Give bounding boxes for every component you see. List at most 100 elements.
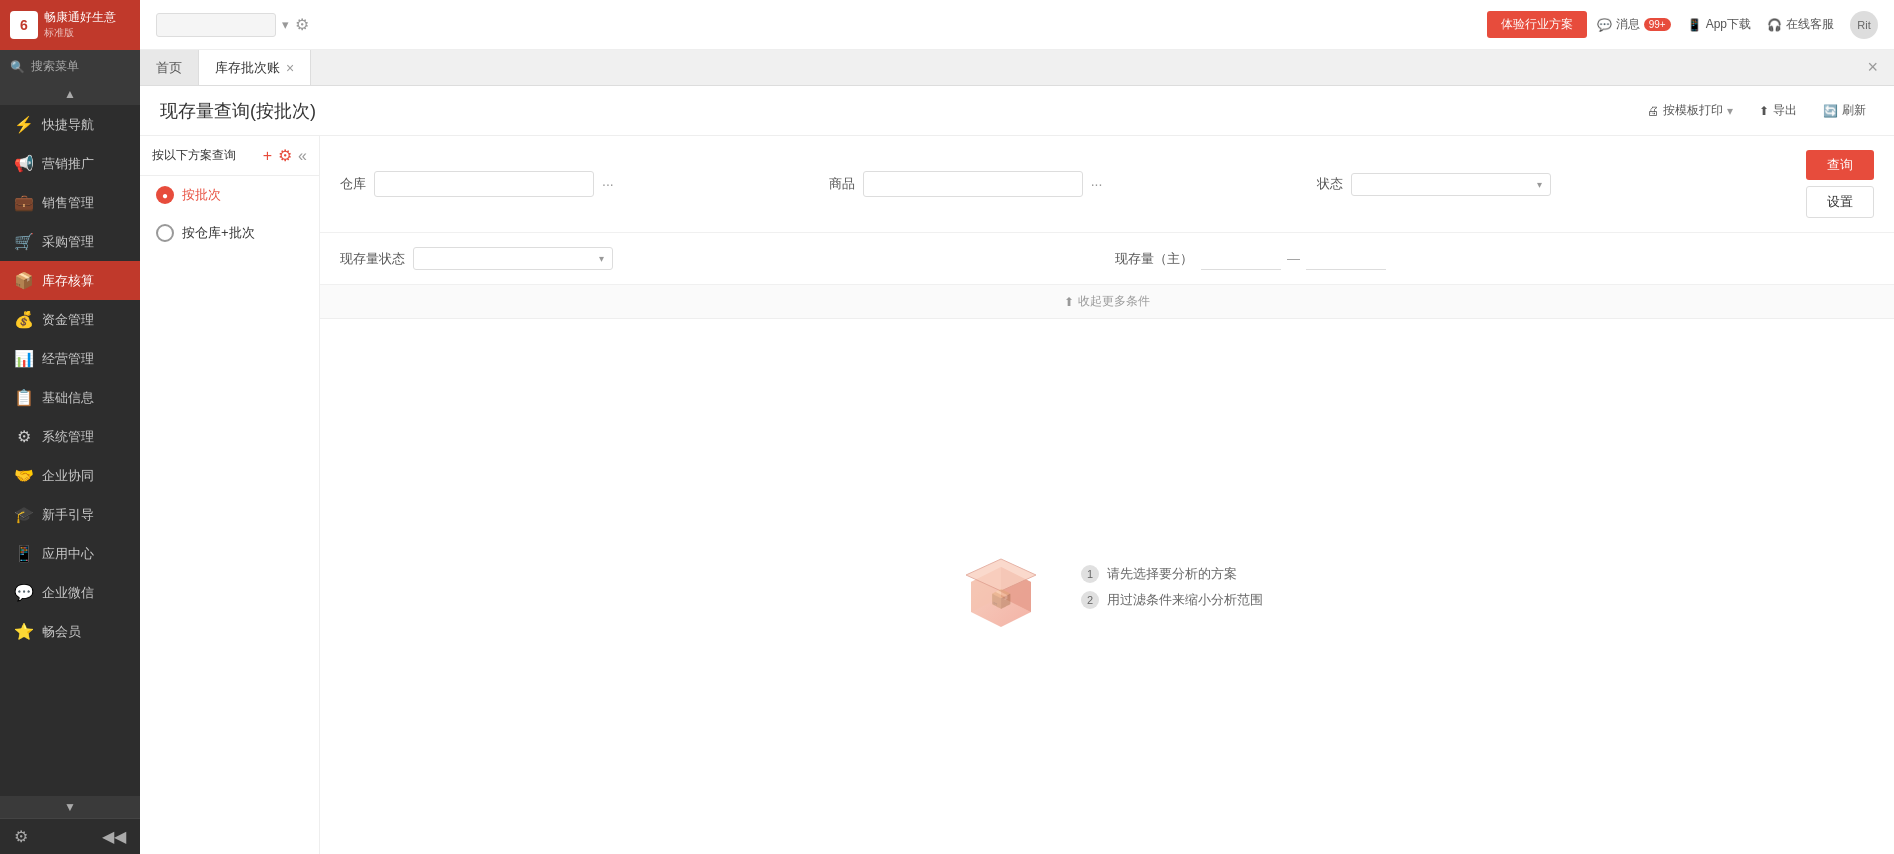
sidebar-item-inventory[interactable]: 📦 库存核算: [0, 261, 140, 300]
topbar-settings-icon[interactable]: ⚙: [295, 15, 309, 34]
sidebar-item-finance[interactable]: 💰 资金管理: [0, 300, 140, 339]
status-select[interactable]: ▾: [1351, 173, 1551, 196]
topbar-search-input[interactable]: [156, 13, 276, 37]
warehouse-dots[interactable]: ···: [602, 176, 614, 192]
print-dropdown-icon: ▾: [1727, 104, 1733, 118]
left-panel-actions: + ⚙ «: [263, 146, 307, 165]
sidebar-item-label: 新手引导: [42, 506, 94, 524]
tab-inventory-batch[interactable]: 库存批次账 ×: [199, 50, 311, 85]
print-btn[interactable]: 🖨 按模板打印 ▾: [1639, 98, 1741, 123]
basic-info-icon: 📋: [14, 388, 34, 407]
sidebar-item-guide[interactable]: 🎓 新手引导: [0, 495, 140, 534]
topbar-dropdown-icon[interactable]: ▾: [282, 17, 289, 32]
sidebar-search[interactable]: 🔍 搜索菜单: [0, 50, 140, 83]
stock-qty-to-input[interactable]: [1306, 247, 1386, 270]
printer-icon: 🖨: [1647, 104, 1659, 118]
scheme-item-warehouse-batch[interactable]: 按仓库+批次: [140, 214, 319, 252]
sidebar-header: 6 畅康通好生意 标准版: [0, 0, 140, 50]
sidebar-scroll-up[interactable]: ▲: [0, 83, 140, 105]
tip-2-text: 用过滤条件来缩小分析范围: [1107, 591, 1263, 609]
sidebar-item-operations[interactable]: 📊 经营管理: [0, 339, 140, 378]
sidebar-item-collab[interactable]: 🤝 企业协同: [0, 456, 140, 495]
message-icon: 💬: [1597, 18, 1612, 32]
tip-1-text: 请先选择要分析的方案: [1107, 565, 1237, 583]
product-dots[interactable]: ···: [1091, 176, 1103, 192]
export-label: 导出: [1773, 102, 1797, 119]
app-version: 标准版: [44, 26, 116, 40]
scheme-icon-active: ●: [156, 186, 174, 204]
tab-bar: 首页 库存批次账 × ×: [140, 50, 1894, 86]
product-input[interactable]: [863, 171, 1083, 197]
content-area: 按以下方案查询 + ⚙ « ● 按批次 按仓库+批次: [140, 136, 1894, 854]
add-scheme-icon[interactable]: +: [263, 147, 272, 165]
sidebar-item-label: 基础信息: [42, 389, 94, 407]
quick-nav-icon: ⚡: [14, 115, 34, 134]
finance-icon: 💰: [14, 310, 34, 329]
online-service-action[interactable]: 🎧 在线客服: [1767, 16, 1834, 33]
filter-collapse-bar[interactable]: ⬆ 收起更多条件: [320, 285, 1894, 319]
sidebar-item-quick-nav[interactable]: ⚡ 快捷导航: [0, 105, 140, 144]
settings-button[interactable]: 设置: [1806, 186, 1874, 218]
sidebar-item-label: 系统管理: [42, 428, 94, 446]
stock-status-arrow: ▾: [599, 253, 604, 264]
collapse-panel-icon[interactable]: «: [298, 147, 307, 165]
page-actions: 🖨 按模板打印 ▾ ⬆ 导出 🔄 刷新: [1639, 98, 1874, 123]
status-arrow: ▾: [1537, 179, 1542, 190]
filter-section: 仓库 ··· 商品 ··· 状态 ▾: [320, 136, 1894, 233]
stock-qty-from-input[interactable]: [1201, 247, 1281, 270]
tab-close-right-icon[interactable]: ×: [1859, 57, 1886, 78]
sidebar-menu: ⚡ 快捷导航 📢 营销推广 💼 销售管理 🛒 采购管理 📦 库存核算 💰 资金管…: [0, 105, 140, 796]
sidebar-scroll-down[interactable]: ▼: [0, 796, 140, 818]
sidebar-item-marketing[interactable]: 📢 营销推广: [0, 144, 140, 183]
scheme-label: 按仓库+批次: [182, 224, 255, 242]
filter-row-1: 仓库 ··· 商品 ··· 状态 ▾: [340, 150, 1874, 218]
app-download-action[interactable]: 📱 App下载: [1687, 16, 1751, 33]
stock-status-select[interactable]: ▾: [413, 247, 613, 270]
sidebar-item-purchase[interactable]: 🛒 采购管理: [0, 222, 140, 261]
sidebar-item-basic-info[interactable]: 📋 基础信息: [0, 378, 140, 417]
export-btn[interactable]: ⬆ 导出: [1751, 98, 1805, 123]
status-label: 状态: [1317, 175, 1343, 193]
member-icon: ⭐: [14, 622, 34, 641]
filter-area: 仓库 ··· 商品 ··· 状态 ▾: [320, 136, 1894, 854]
left-panel: 按以下方案查询 + ⚙ « ● 按批次 按仓库+批次: [140, 136, 320, 854]
tab-bar-right: ×: [1859, 57, 1894, 78]
sidebar-item-member[interactable]: ⭐ 畅会员: [0, 612, 140, 651]
scheme-icon-inactive: [156, 224, 174, 242]
message-action[interactable]: 💬 消息 99+: [1597, 16, 1671, 33]
scheme-settings-icon[interactable]: ⚙: [278, 146, 292, 165]
empty-state: 📦 1 请先选择要分析的方案 2 用过滤条件来缩小分析范围: [320, 319, 1894, 854]
sidebar-item-system[interactable]: ⚙ 系统管理: [0, 417, 140, 456]
refresh-label: 刷新: [1842, 102, 1866, 119]
tab-home-label: 首页: [156, 59, 182, 77]
sidebar-item-label: 应用中心: [42, 545, 94, 563]
marketing-icon: 📢: [14, 154, 34, 173]
sidebar-item-label: 企业协同: [42, 467, 94, 485]
user-action[interactable]: Rit: [1850, 11, 1878, 39]
tab-close-icon[interactable]: ×: [286, 61, 294, 75]
app-center-icon: 📱: [14, 544, 34, 563]
sidebar-item-label: 畅会员: [42, 623, 81, 641]
search-label: 搜索菜单: [31, 58, 79, 75]
warehouse-input[interactable]: [374, 171, 594, 197]
collapse-sidebar-icon[interactable]: ◀◀: [102, 827, 126, 846]
tab-home[interactable]: 首页: [140, 50, 199, 85]
sidebar-item-app-center[interactable]: 📱 应用中心: [0, 534, 140, 573]
sidebar-item-label: 经营管理: [42, 350, 94, 368]
sidebar-item-wechat[interactable]: 💬 企业微信: [0, 573, 140, 612]
refresh-btn[interactable]: 🔄 刷新: [1815, 98, 1874, 123]
sidebar-item-sales[interactable]: 💼 销售管理: [0, 183, 140, 222]
scheme-item-batch[interactable]: ● 按批次: [140, 176, 319, 214]
print-label: 按模板打印: [1663, 102, 1723, 119]
settings-footer-icon[interactable]: ⚙: [14, 827, 28, 846]
sidebar-item-label: 资金管理: [42, 311, 94, 329]
filter-group-stock-status: 现存量状态 ▾: [340, 247, 1099, 270]
empty-tip-2: 2 用过滤条件来缩小分析范围: [1081, 591, 1263, 609]
experience-btn[interactable]: 体验行业方案: [1487, 11, 1587, 38]
stock-status-label: 现存量状态: [340, 250, 405, 268]
tab-inventory-batch-label: 库存批次账: [215, 59, 280, 77]
filter-group-status: 状态 ▾: [1317, 173, 1790, 196]
message-label: 消息: [1616, 16, 1640, 33]
query-button[interactable]: 查询: [1806, 150, 1874, 180]
warehouse-label: 仓库: [340, 175, 366, 193]
